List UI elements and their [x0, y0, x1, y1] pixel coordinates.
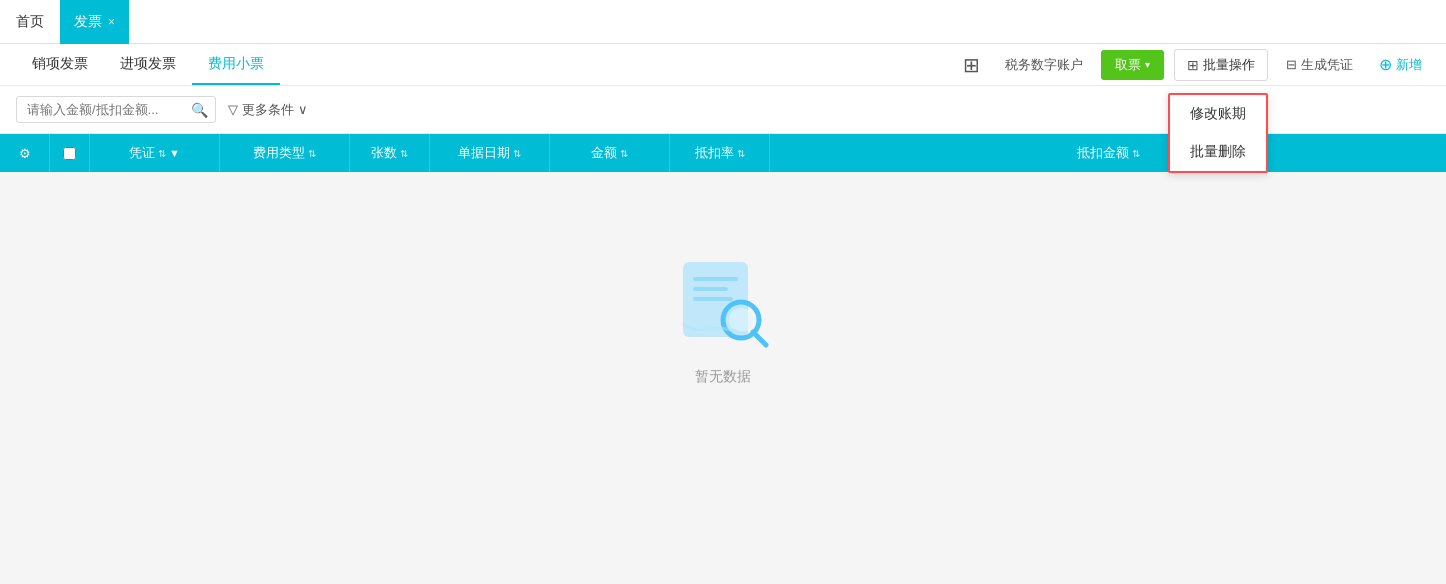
batch-op-icon: ⊞ — [1187, 57, 1199, 73]
batch-op-button[interactable]: ⊞ 批量操作 — [1174, 49, 1268, 81]
th-amount[interactable]: 金额 ⇅ — [550, 134, 670, 172]
empty-state-text: 暂无数据 — [695, 368, 751, 386]
dropdown-item-batch-delete[interactable]: 批量删除 — [1170, 133, 1266, 171]
date-sort-icon: ⇅ — [513, 148, 521, 159]
generate-voucher-icon: ⊟ — [1286, 57, 1297, 72]
invoice-tab-label: 发票 — [74, 13, 102, 31]
take-invoice-button[interactable]: 取票 ▾ — [1101, 50, 1164, 80]
th-deduct-rate[interactable]: 抵扣率 ⇅ — [670, 134, 770, 172]
th-expense-type[interactable]: 费用类型 ⇅ — [220, 134, 350, 172]
svg-rect-3 — [693, 297, 733, 301]
search-input-wrap: 🔍 — [16, 96, 216, 123]
home-tab[interactable]: 首页 — [16, 13, 60, 31]
new-icon: ⊕ — [1379, 55, 1392, 74]
filter-icon: ▽ — [228, 102, 238, 117]
top-nav: 首页 发票 × — [0, 0, 1446, 44]
qr-code-button[interactable]: ⊞ — [955, 49, 987, 81]
sheets-sort-icon: ⇅ — [400, 148, 408, 159]
take-invoice-arrow: ▾ — [1145, 59, 1150, 70]
th-voucher[interactable]: 凭证 ⇅ ▼ — [90, 134, 220, 172]
generate-voucher-button[interactable]: ⊟ 生成凭证 — [1278, 52, 1361, 78]
tab-expense-receipt[interactable]: 费用小票 — [192, 44, 280, 85]
expense-type-sort-icon: ⇅ — [308, 148, 316, 159]
svg-rect-1 — [693, 277, 738, 281]
th-settings[interactable]: ⚙ — [0, 134, 50, 172]
deduct-rate-sort-icon: ⇅ — [737, 148, 745, 159]
voucher-sort-icon: ⇅ — [158, 148, 166, 159]
search-input[interactable] — [16, 96, 216, 123]
svg-rect-2 — [693, 287, 728, 291]
dropdown-item-modify-period[interactable]: 修改账期 — [1170, 95, 1266, 133]
more-conditions-arrow: ∨ — [298, 102, 308, 117]
sub-tabs-right: ⊞ 税务数字账户 取票 ▾ ⊞ 批量操作 修改账期 批量删除 ⊟ 生成 — [955, 49, 1430, 81]
new-button[interactable]: ⊕ 新增 — [1371, 51, 1430, 78]
empty-illustration — [663, 252, 783, 352]
empty-state: 暂无数据 — [0, 172, 1446, 446]
th-sheets[interactable]: 张数 ⇅ — [350, 134, 430, 172]
invoice-tab-close[interactable]: × — [108, 15, 115, 29]
select-all-checkbox[interactable] — [63, 147, 76, 160]
more-conditions-button[interactable]: ▽ 更多条件 ∨ — [228, 101, 308, 119]
invoice-tab[interactable]: 发票 × — [60, 0, 129, 44]
voucher-filter-icon: ▼ — [169, 147, 180, 159]
sub-tabs-bar: 销项发票 进项发票 费用小票 ⊞ 税务数字账户 取票 ▾ ⊞ 批量操作 修改账期 — [0, 44, 1446, 86]
th-date[interactable]: 单据日期 ⇅ — [430, 134, 550, 172]
tax-account-button[interactable]: 税务数字账户 — [997, 52, 1091, 78]
batch-op-dropdown: 修改账期 批量删除 — [1168, 93, 1268, 173]
tab-purchase-invoice[interactable]: 进项发票 — [104, 44, 192, 85]
sub-tabs-left: 销项发票 进项发票 费用小票 — [16, 44, 280, 85]
th-deduct-amount[interactable]: 抵扣金额 ⇅ — [770, 134, 1446, 172]
settings-icon: ⚙ — [19, 146, 31, 161]
th-check[interactable] — [50, 134, 90, 172]
amount-sort-icon: ⇅ — [620, 148, 628, 159]
svg-line-6 — [753, 332, 766, 345]
qr-icon: ⊞ — [963, 53, 980, 77]
deduct-amount-sort-icon: ⇅ — [1132, 148, 1140, 159]
take-invoice-label: 取票 — [1115, 56, 1141, 74]
batch-op-label: 批量操作 — [1203, 56, 1255, 74]
batch-op-wrap: ⊞ 批量操作 修改账期 批量删除 — [1174, 49, 1268, 81]
search-icon[interactable]: 🔍 — [191, 102, 208, 118]
tab-sales-invoice[interactable]: 销项发票 — [16, 44, 104, 85]
